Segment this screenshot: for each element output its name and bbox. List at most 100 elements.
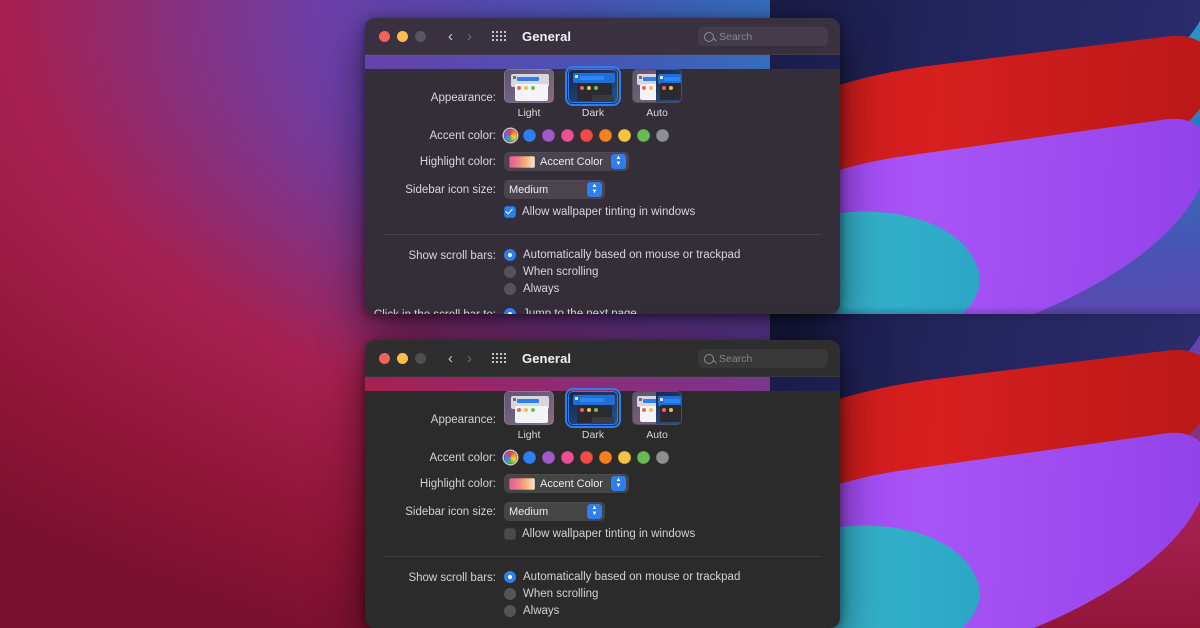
radio-label: When scrolling bbox=[523, 266, 599, 278]
search-placeholder: Search bbox=[719, 30, 753, 43]
back-arrow-icon[interactable]: ‹ bbox=[448, 351, 453, 366]
light-appearance-thumbnail[interactable] bbox=[504, 391, 554, 425]
radio-indicator[interactable] bbox=[504, 283, 516, 295]
accent-swatch-purple[interactable] bbox=[542, 451, 555, 464]
accent-swatch-purple[interactable] bbox=[542, 129, 555, 142]
radio-always[interactable]: Always bbox=[504, 605, 840, 617]
forward-arrow-icon[interactable]: › bbox=[467, 351, 472, 366]
radio-label: Always bbox=[523, 283, 560, 295]
wallpaper-tinting-checkbox[interactable] bbox=[504, 206, 516, 218]
accent-swatch-blue[interactable] bbox=[523, 451, 536, 464]
appearance-option-auto[interactable]: Auto bbox=[632, 391, 682, 441]
appearance-option-light[interactable]: Light bbox=[504, 391, 554, 441]
accent-swatch-yellow[interactable] bbox=[618, 129, 631, 142]
all-preferences-grid-icon[interactable] bbox=[492, 353, 506, 363]
radio-auto-scrollbars[interactable]: Automatically based on mouse or trackpad bbox=[504, 571, 840, 583]
highlight-color-swatch bbox=[509, 155, 535, 168]
appearance-option-dark[interactable]: Dark bbox=[565, 66, 621, 119]
chevron-updown-icon[interactable]: ▲ ▼ bbox=[610, 154, 626, 169]
search-icon bbox=[704, 353, 714, 364]
radio-jump-next-page[interactable]: Jump to the next page bbox=[504, 308, 840, 314]
navigation-arrows[interactable]: ‹ › bbox=[448, 351, 472, 366]
accent-color-swatches[interactable] bbox=[504, 451, 840, 464]
dark-appearance-thumbnail[interactable] bbox=[565, 66, 621, 106]
search-field[interactable]: Search bbox=[698, 349, 828, 368]
general-preferences-window-untinted[interactable]: ‹ › General Search Appearance: Light Dar… bbox=[365, 340, 840, 628]
minimize-button[interactable] bbox=[397, 30, 408, 42]
accent-swatch-green[interactable] bbox=[637, 451, 650, 464]
show-scroll-bars-radio-group[interactable]: Automatically based on mouse or trackpad… bbox=[504, 249, 840, 295]
accent-swatch-pink[interactable] bbox=[561, 129, 574, 142]
chevron-updown-icon[interactable]: ▲ ▼ bbox=[587, 504, 602, 519]
forward-arrow-icon[interactable]: › bbox=[467, 29, 472, 44]
show-scroll-bars-row: Show scroll bars: Automatically based on… bbox=[365, 249, 840, 295]
sidebar-icon-size-label: Sidebar icon size: bbox=[405, 183, 496, 196]
appearance-option-dark[interactable]: Dark bbox=[565, 388, 621, 441]
search-placeholder: Search bbox=[719, 352, 753, 365]
accent-swatch-orange[interactable] bbox=[599, 451, 612, 464]
general-preferences-window-tinted[interactable]: ‹ › General Search Appearance: Light Dar… bbox=[365, 18, 840, 314]
accent-swatch-red[interactable] bbox=[580, 129, 593, 142]
settings-pane: Appearance: Light Dark Auto Accent color… bbox=[365, 66, 840, 314]
accent-swatch-multicolor[interactable] bbox=[504, 451, 517, 464]
accent-swatch-blue[interactable] bbox=[523, 129, 536, 142]
radio-indicator[interactable] bbox=[504, 249, 516, 261]
chevron-updown-icon[interactable]: ▲ ▼ bbox=[587, 182, 602, 197]
highlight-color-label: Highlight color: bbox=[419, 478, 496, 490]
appearance-option-auto[interactable]: Auto bbox=[632, 69, 682, 119]
auto-appearance-thumbnail[interactable] bbox=[632, 391, 682, 425]
close-button[interactable] bbox=[379, 352, 390, 364]
radio-when-scrolling[interactable]: When scrolling bbox=[504, 266, 840, 278]
show-scroll-bars-radio-group[interactable]: Automatically based on mouse or trackpad… bbox=[504, 571, 840, 617]
highlight-color-popup[interactable]: Accent Color ▲ ▼ bbox=[504, 474, 629, 493]
radio-auto-scrollbars[interactable]: Automatically based on mouse or trackpad bbox=[504, 249, 840, 261]
back-arrow-icon[interactable]: ‹ bbox=[448, 29, 453, 44]
light-appearance-thumbnail[interactable] bbox=[504, 69, 554, 103]
radio-indicator[interactable] bbox=[504, 571, 516, 583]
accent-color-label: Accent color: bbox=[429, 130, 496, 142]
sidebar-icon-size-popup[interactable]: Medium ▲ ▼ bbox=[504, 502, 605, 521]
radio-indicator[interactable] bbox=[504, 266, 516, 278]
navigation-arrows[interactable]: ‹ › bbox=[448, 29, 472, 44]
radio-indicator[interactable] bbox=[504, 605, 516, 617]
search-field[interactable]: Search bbox=[698, 27, 828, 46]
accent-swatch-red[interactable] bbox=[580, 451, 593, 464]
appearance-option-light[interactable]: Light bbox=[504, 69, 554, 119]
radio-indicator[interactable] bbox=[504, 588, 516, 600]
wallpaper-tinting-checkbox[interactable] bbox=[504, 528, 516, 540]
dark-appearance-thumbnail[interactable] bbox=[565, 388, 621, 428]
section-divider bbox=[383, 556, 822, 557]
auto-appearance-thumbnail[interactable] bbox=[632, 69, 682, 103]
accent-color-swatches[interactable] bbox=[504, 129, 840, 142]
radio-when-scrolling[interactable]: When scrolling bbox=[504, 588, 840, 600]
minimize-button[interactable] bbox=[397, 352, 408, 364]
highlight-color-row: Highlight color: Accent Color ▲ ▼ bbox=[365, 152, 840, 173]
chevron-updown-icon[interactable]: ▲ ▼ bbox=[610, 476, 626, 491]
click-scroll-bar-radio-group[interactable]: Jump to the next page Jump to the spot t… bbox=[504, 308, 840, 314]
appearance-label: Appearance: bbox=[430, 414, 496, 426]
traffic-light-buttons[interactable] bbox=[379, 352, 426, 364]
radio-indicator[interactable] bbox=[504, 308, 516, 314]
window-titlebar[interactable]: ‹ › General Search bbox=[365, 340, 840, 377]
accent-swatch-orange[interactable] bbox=[599, 129, 612, 142]
window-titlebar[interactable]: ‹ › General Search bbox=[365, 18, 840, 55]
all-preferences-grid-icon[interactable] bbox=[492, 31, 506, 41]
wallpaper-tinting-checkbox-row[interactable]: Allow wallpaper tinting in windows bbox=[504, 206, 840, 218]
traffic-light-buttons[interactable] bbox=[379, 30, 426, 42]
zoom-button[interactable] bbox=[415, 30, 426, 42]
appearance-label-light: Light bbox=[517, 107, 541, 119]
accent-swatch-green[interactable] bbox=[637, 129, 650, 142]
appearance-options[interactable]: Light Dark Auto bbox=[504, 66, 840, 119]
accent-swatch-multicolor[interactable] bbox=[504, 129, 517, 142]
radio-always[interactable]: Always bbox=[504, 283, 840, 295]
wallpaper-tinting-checkbox-row[interactable]: Allow wallpaper tinting in windows bbox=[504, 528, 840, 540]
accent-swatch-graphite[interactable] bbox=[656, 129, 669, 142]
accent-swatch-yellow[interactable] bbox=[618, 451, 631, 464]
appearance-options[interactable]: Light Dark Auto bbox=[504, 388, 840, 441]
zoom-button[interactable] bbox=[415, 352, 426, 364]
highlight-color-popup[interactable]: Accent Color ▲ ▼ bbox=[504, 152, 629, 171]
sidebar-icon-size-popup[interactable]: Medium ▲ ▼ bbox=[504, 180, 605, 199]
close-button[interactable] bbox=[379, 30, 390, 42]
accent-swatch-graphite[interactable] bbox=[656, 451, 669, 464]
accent-swatch-pink[interactable] bbox=[561, 451, 574, 464]
